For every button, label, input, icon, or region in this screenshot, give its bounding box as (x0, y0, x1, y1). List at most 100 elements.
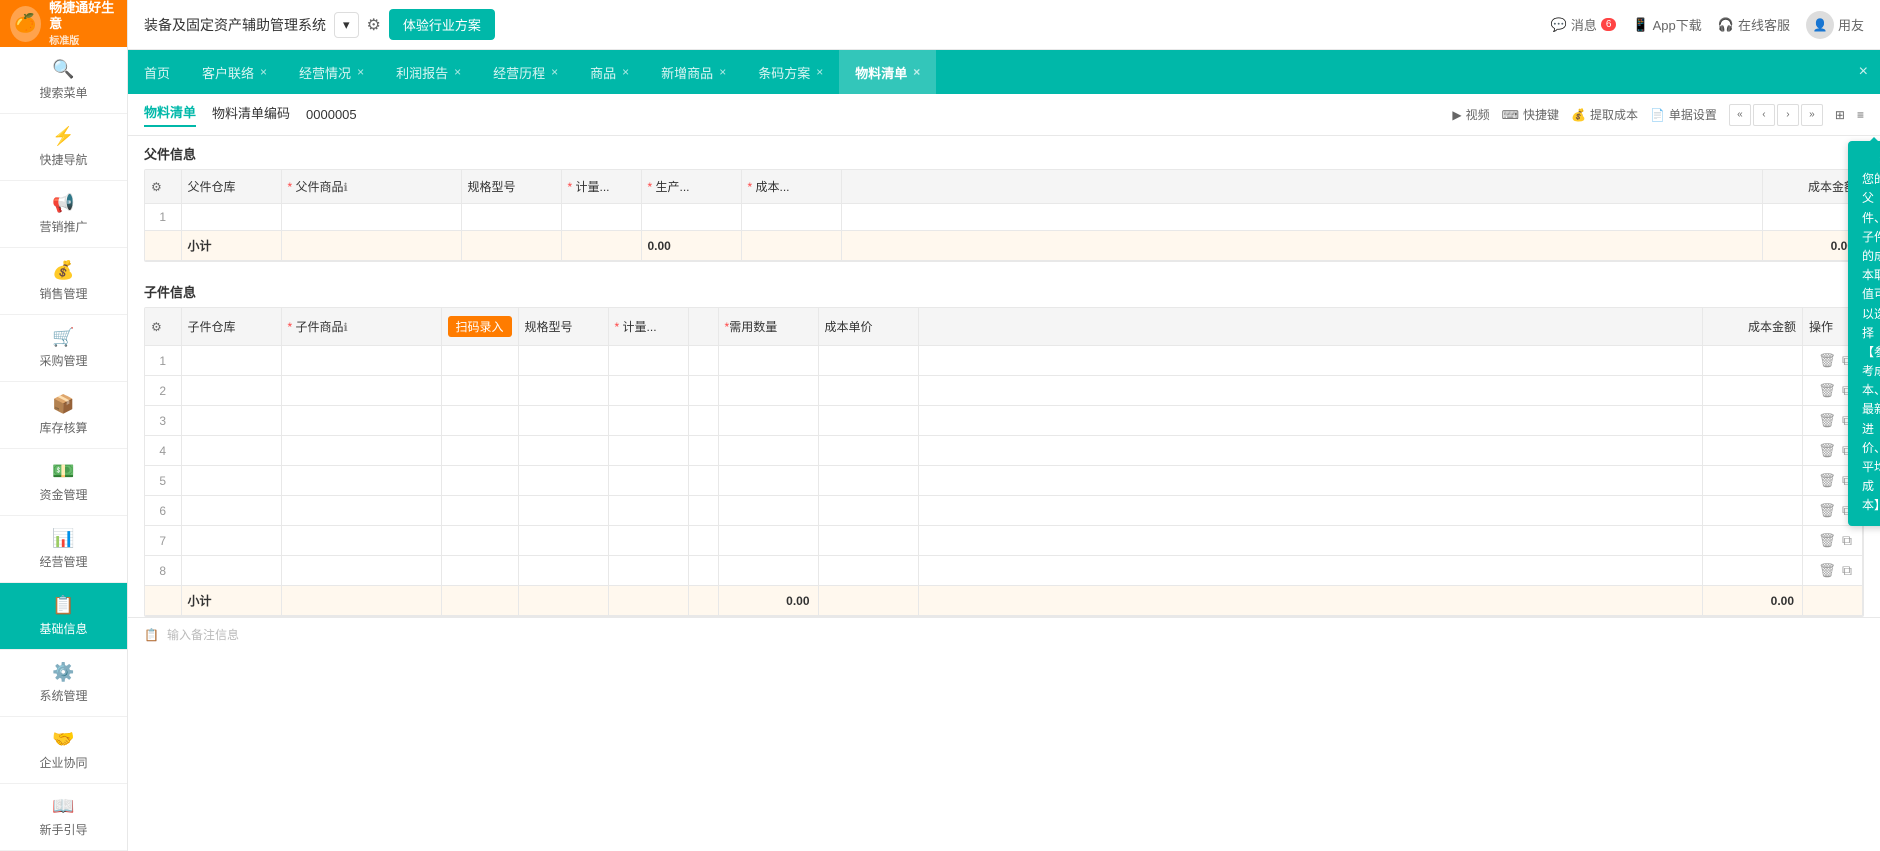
system-select[interactable]: ▾ (334, 12, 359, 38)
child-warehouse-6[interactable] (181, 496, 281, 526)
tab-new-goods[interactable]: 新增商品× (645, 50, 742, 94)
child-unitcost-3[interactable] (818, 406, 918, 436)
child-scan-3[interactable] (441, 406, 518, 436)
page-last-btn[interactable]: » (1801, 104, 1823, 126)
child-qty-1[interactable] (718, 346, 818, 376)
child-goods-5[interactable] (281, 466, 441, 496)
delete-icon-1[interactable]: 🗑 (1818, 352, 1836, 369)
child-unitcost-7[interactable] (818, 526, 918, 556)
child-qty-3[interactable] (718, 406, 818, 436)
sidebar-item-system[interactable]: ⚙️ 系统管理 (0, 650, 127, 717)
child-unitcost-5[interactable] (818, 466, 918, 496)
parent-spec-1[interactable] (461, 204, 561, 231)
tab-close-bom[interactable]: × (913, 65, 920, 79)
delete-icon-6[interactable]: 🗑 (1818, 502, 1836, 519)
child-qty-5[interactable] (718, 466, 818, 496)
grid-view-btn[interactable]: ⊞ (1835, 108, 1845, 122)
sidebar-item-quicknav[interactable]: ⚡ 快捷导航 (0, 114, 127, 181)
child-unit-6[interactable] (608, 496, 688, 526)
parent-goods-1[interactable] (281, 204, 461, 231)
sidebar-item-sales[interactable]: 💰 销售管理 (0, 248, 127, 315)
child-scan-2[interactable] (441, 376, 518, 406)
tab-customer[interactable]: 客户联络× (186, 50, 283, 94)
parent-unit-1[interactable] (561, 204, 641, 231)
tab-barcode[interactable]: 条码方案× (742, 50, 839, 94)
page-next-btn[interactable]: › (1777, 104, 1799, 126)
copy-icon-7[interactable]: ⧉ (1842, 532, 1852, 549)
shortcut-btn[interactable]: ⌨ 快捷键 (1502, 106, 1559, 123)
child-unit-2[interactable] (608, 376, 688, 406)
child-spec-7[interactable] (518, 526, 608, 556)
sidebar-item-inventory[interactable]: 📦 库存核算 (0, 382, 127, 449)
experience-btn[interactable]: 体验行业方案 (389, 9, 495, 40)
child-scan-1[interactable] (441, 346, 518, 376)
child-qty-2[interactable] (718, 376, 818, 406)
sidebar-item-search[interactable]: 🔍 搜索菜单 (0, 47, 127, 114)
child-spec-1[interactable] (518, 346, 608, 376)
close-all-tabs[interactable]: × (1847, 50, 1880, 94)
child-scan-5[interactable] (441, 466, 518, 496)
child-goods-4[interactable] (281, 436, 441, 466)
delete-icon-7[interactable]: 🗑 (1818, 532, 1836, 549)
child-warehouse-7[interactable] (181, 526, 281, 556)
online-service-btn[interactable]: 🎧 在线客服 (1718, 15, 1790, 34)
child-spec-5[interactable] (518, 466, 608, 496)
child-unit-8[interactable] (608, 556, 688, 586)
parent-warehouse-1[interactable] (181, 204, 281, 231)
page-first-btn[interactable]: « (1729, 104, 1751, 126)
child-spec-8[interactable] (518, 556, 608, 586)
delete-icon-3[interactable]: 🗑 (1818, 412, 1836, 429)
extract-cost-btn[interactable]: 💰 提取成本 (1571, 106, 1638, 123)
tab-close-customer[interactable]: × (260, 65, 267, 79)
child-unit-5[interactable] (608, 466, 688, 496)
delete-icon-2[interactable]: 🗑 (1818, 382, 1836, 399)
copy-icon-8[interactable]: ⧉ (1842, 562, 1852, 579)
child-scan-7[interactable] (441, 526, 518, 556)
child-unitcost-1[interactable] (818, 346, 918, 376)
child-qty-7[interactable] (718, 526, 818, 556)
child-scan-4[interactable] (441, 436, 518, 466)
child-goods-6[interactable] (281, 496, 441, 526)
tab-profit[interactable]: 利润报告× (380, 50, 477, 94)
child-warehouse-3[interactable] (181, 406, 281, 436)
child-gear-icon[interactable]: ⚙ (151, 320, 162, 334)
child-spec-6[interactable] (518, 496, 608, 526)
tab-goods[interactable]: 商品× (574, 50, 645, 94)
subtab-bom-code[interactable]: 物料清单编码 (212, 103, 290, 126)
settings-icon[interactable]: ⚙ (367, 15, 381, 35)
parent-costtype-1[interactable] (741, 204, 841, 231)
sidebar-item-guide[interactable]: 📖 新手引导 (0, 784, 127, 851)
child-goods-7[interactable] (281, 526, 441, 556)
sidebar-item-purchase[interactable]: 🛒 采购管理 (0, 315, 127, 382)
tab-home[interactable]: 首页 (128, 50, 186, 94)
child-unit-3[interactable] (608, 406, 688, 436)
child-qty-6[interactable] (718, 496, 818, 526)
sidebar-item-mgmt[interactable]: 📊 经营管理 (0, 516, 127, 583)
tab-close-new-goods[interactable]: × (719, 65, 726, 79)
message-btn[interactable]: 💬 消息 6 (1551, 15, 1617, 34)
tab-ops[interactable]: 经营情况× (283, 50, 380, 94)
sidebar-item-marketing[interactable]: 📢 营销推广 (0, 181, 127, 248)
sidebar-item-collab[interactable]: 🤝 企业协同 (0, 717, 127, 784)
child-spec-3[interactable] (518, 406, 608, 436)
delete-icon-4[interactable]: 🗑 (1818, 442, 1836, 459)
delete-icon-5[interactable]: 🗑 (1818, 472, 1836, 489)
tab-close-goods[interactable]: × (622, 65, 629, 79)
child-spec-4[interactable] (518, 436, 608, 466)
child-warehouse-2[interactable] (181, 376, 281, 406)
tab-bom[interactable]: 物料清单× (839, 50, 936, 94)
child-warehouse-5[interactable] (181, 466, 281, 496)
child-qty-4[interactable] (718, 436, 818, 466)
child-unitcost-8[interactable] (818, 556, 918, 586)
tab-history[interactable]: 经营历程× (477, 50, 574, 94)
child-goods-8[interactable] (281, 556, 441, 586)
page-prev-btn[interactable]: ‹ (1753, 104, 1775, 126)
note-placeholder[interactable]: 输入备注信息 (167, 626, 239, 643)
tab-close-ops[interactable]: × (357, 65, 364, 79)
tab-close-profit[interactable]: × (454, 65, 461, 79)
sidebar-item-finance[interactable]: 💵 资金管理 (0, 449, 127, 516)
scan-input-btn[interactable]: 扫码录入 (448, 316, 512, 337)
parent-prod-1[interactable] (641, 204, 741, 231)
child-unit-4[interactable] (608, 436, 688, 466)
child-goods-3[interactable] (281, 406, 441, 436)
